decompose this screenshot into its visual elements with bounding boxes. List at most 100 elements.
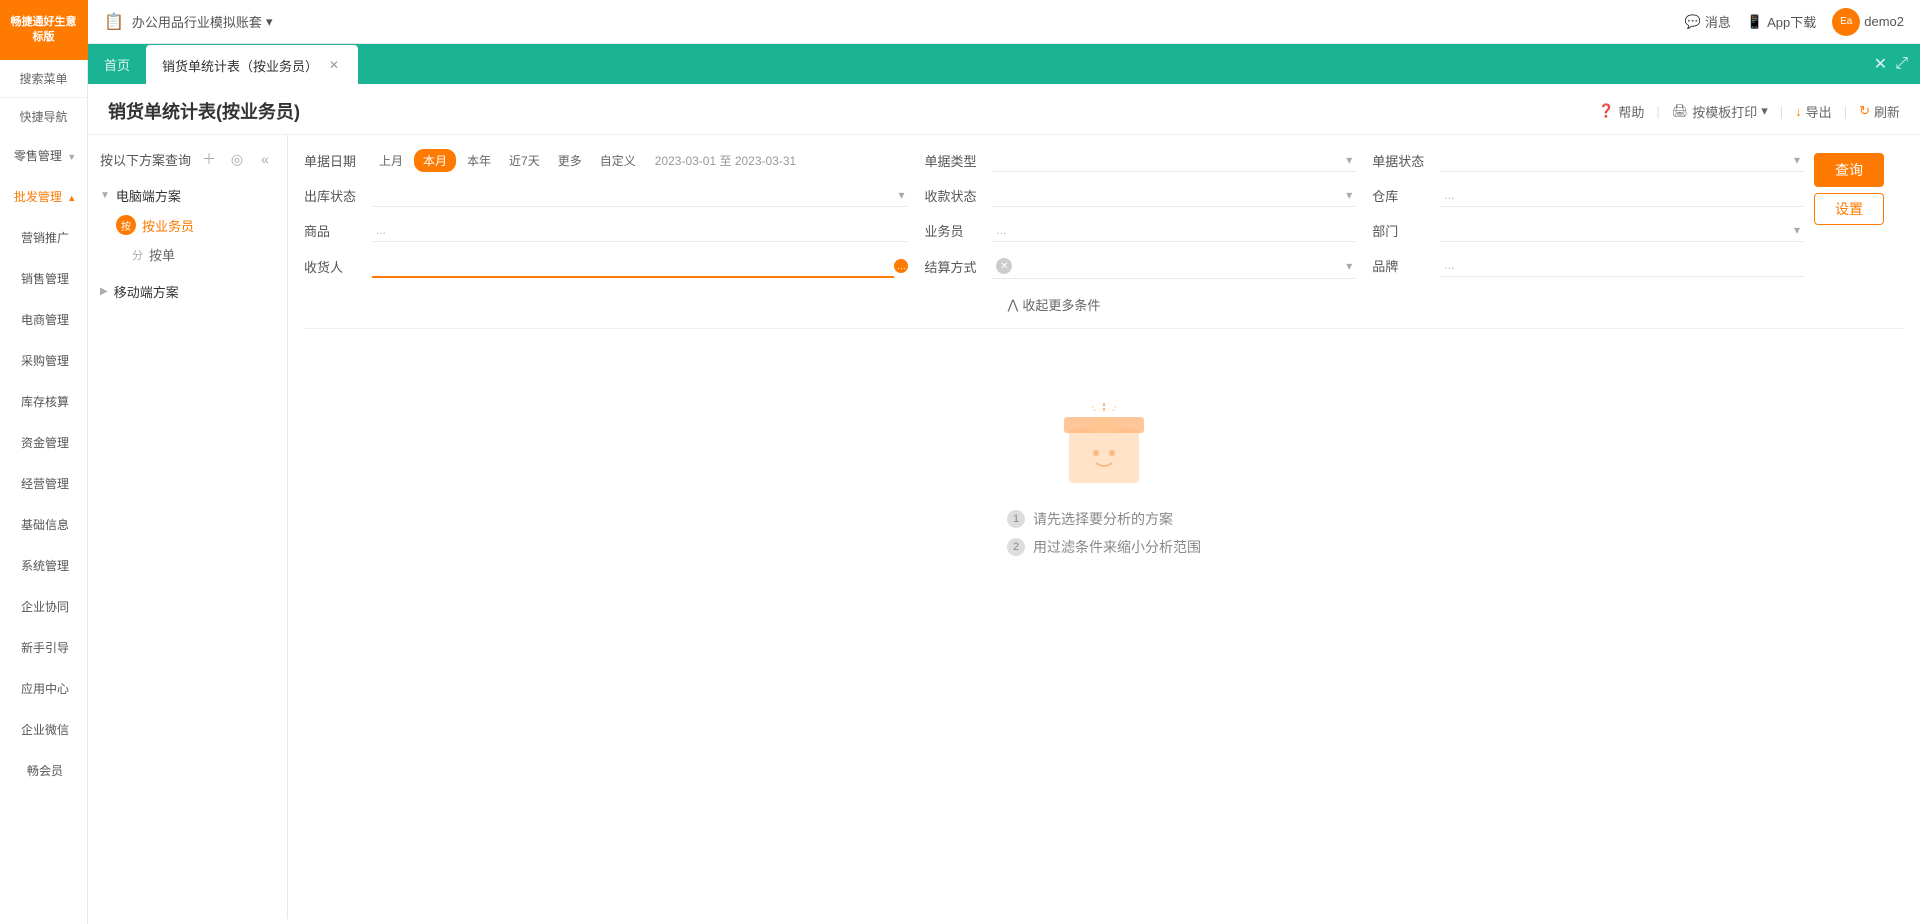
dept-select[interactable]: ▾ bbox=[1440, 219, 1804, 242]
filter-row-4: 收货人 … 结算方式 ✕ ▾ bbox=[304, 254, 1804, 279]
tab-close-all-icon[interactable]: ✕ bbox=[1874, 54, 1887, 74]
quick-nav-item[interactable]: 快捷导航 bbox=[0, 98, 87, 135]
date-label: 单据日期 bbox=[304, 151, 364, 170]
payment-status-label: 收款状态 bbox=[924, 186, 984, 205]
empty-illustration bbox=[1054, 393, 1154, 493]
receiver-input[interactable] bbox=[372, 254, 894, 278]
app-download-button[interactable]: 📱 App下载 bbox=[1747, 12, 1816, 31]
payment-method-select[interactable]: ✕ ▾ bbox=[992, 254, 1356, 279]
sidebar-item-member[interactable]: 畅会员 bbox=[0, 750, 87, 791]
sidebar-label-basic-info: 基础信息 bbox=[21, 518, 69, 532]
payment-method-clear-icon[interactable]: ✕ bbox=[996, 258, 1012, 274]
date-last-month-btn[interactable]: 上月 bbox=[372, 149, 410, 172]
body-layout: 按以下方案查询 ＋ ◎ « ▼ 电脑端方案 按 bbox=[88, 135, 1920, 919]
settings-button[interactable]: 设置 bbox=[1814, 193, 1884, 225]
edit-scheme-icon[interactable]: ◎ bbox=[227, 149, 247, 169]
doc-status-select[interactable]: ▾ bbox=[1440, 149, 1804, 172]
refresh-icon: ↻ bbox=[1859, 103, 1870, 119]
help-button[interactable]: ❓ 帮助 bbox=[1598, 102, 1644, 121]
sidebar-item-ecommerce[interactable]: 电商管理 bbox=[0, 299, 87, 340]
brand-value: ... bbox=[1444, 258, 1454, 272]
refresh-label: 刷新 bbox=[1874, 102, 1900, 121]
sidebar-item-wholesale[interactable]: 批发管理 ▲ bbox=[0, 176, 87, 217]
sidebar-label-purchase: 采购管理 bbox=[21, 354, 69, 368]
message-label: 消息 bbox=[1705, 12, 1731, 31]
sidebar-item-system[interactable]: 系统管理 bbox=[0, 545, 87, 586]
sidebar-label-system: 系统管理 bbox=[21, 559, 69, 573]
tab-sales-report-label: 销货单统计表（按业务员） bbox=[162, 56, 318, 75]
tree-desktop-parent[interactable]: ▼ 电脑端方案 bbox=[88, 181, 287, 210]
tab-home[interactable]: 首页 bbox=[88, 44, 146, 84]
refresh-button[interactable]: ↻ 刷新 bbox=[1859, 102, 1900, 121]
divider-2: | bbox=[1780, 104, 1783, 119]
tree-desktop-group: ▼ 电脑端方案 按 按业务员 分 按单 bbox=[88, 177, 287, 273]
collapse-button[interactable]: ⋀ 收起更多条件 bbox=[996, 291, 1113, 318]
receiver-more-icon[interactable]: … bbox=[894, 259, 908, 273]
step-2-text: 用过滤条件来缩小分析范围 bbox=[1033, 537, 1201, 557]
sidebar-item-sales[interactable]: 销售管理 bbox=[0, 258, 87, 299]
sidebar-item-operations[interactable]: 经营管理 bbox=[0, 463, 87, 504]
payment-status-arrow-icon: ▾ bbox=[1346, 188, 1352, 202]
sidebar-label-ecommerce: 电商管理 bbox=[21, 313, 69, 327]
goods-select[interactable]: ... bbox=[372, 219, 908, 242]
mobile-expand-icon: ▶ bbox=[100, 286, 108, 297]
add-scheme-icon[interactable]: ＋ bbox=[199, 149, 219, 169]
goods-value: ... bbox=[376, 223, 386, 237]
tab-expand-icon[interactable]: ⤢ bbox=[1895, 55, 1908, 73]
collapse-panel-icon[interactable]: « bbox=[255, 149, 275, 169]
sidebar-label-sales: 销售管理 bbox=[21, 272, 69, 286]
empty-step-1: 1 请先选择要分析的方案 bbox=[1007, 509, 1201, 529]
filter-doc-status: 单据状态 ▾ bbox=[1372, 149, 1804, 172]
date-custom-btn[interactable]: 自定义 bbox=[593, 149, 643, 172]
sidebar-item-marketing[interactable]: 营销推广 bbox=[0, 217, 87, 258]
export-icon: ↓ bbox=[1795, 104, 1802, 119]
salesperson-select[interactable]: ... bbox=[992, 219, 1356, 242]
sidebar-item-inventory[interactable]: 库存核算 bbox=[0, 381, 87, 422]
tree-child-salesperson[interactable]: 按 按业务员 bbox=[88, 210, 287, 240]
search-menu-item[interactable]: 搜索菜单 bbox=[0, 60, 87, 98]
divider-1: | bbox=[1656, 104, 1659, 119]
tab-sales-report[interactable]: 销货单统计表（按业务员） ✕ bbox=[146, 45, 358, 85]
main-area: 📋 办公用品行业模拟账套 ▾ 💬 消息 📱 App下载 Ea demo2 bbox=[88, 0, 1920, 924]
query-button[interactable]: 查询 bbox=[1814, 153, 1884, 187]
sidebar-item-wechat[interactable]: 企业微信 bbox=[0, 709, 87, 750]
filter-doc-type: 单据类型 ▾ bbox=[924, 149, 1356, 172]
breadcrumb-dropdown[interactable]: 办公用品行业模拟账套 ▾ bbox=[132, 12, 273, 31]
sidebar-item-newbie[interactable]: 新手引导 bbox=[0, 627, 87, 668]
date-7days-btn[interactable]: 近7天 bbox=[502, 149, 547, 172]
sidebar-label-inventory: 库存核算 bbox=[21, 395, 69, 409]
export-button[interactable]: ↓ 导出 bbox=[1795, 102, 1832, 121]
print-button[interactable]: 🖨 按模板打印 ▾ bbox=[1672, 102, 1768, 121]
topbar-right: 💬 消息 📱 App下载 Ea demo2 bbox=[1685, 8, 1904, 36]
sidebar-item-retail[interactable]: 零售管理 ▼ bbox=[0, 135, 87, 176]
sidebar-item-app-center[interactable]: 应用中心 bbox=[0, 668, 87, 709]
collapse-up-icon: ⋀ bbox=[1008, 297, 1019, 313]
sidebar-item-finance[interactable]: 资金管理 bbox=[0, 422, 87, 463]
date-this-year-btn[interactable]: 本年 bbox=[460, 149, 498, 172]
out-status-label: 出库状态 bbox=[304, 186, 364, 205]
tree-sub-child-order[interactable]: 分 按单 bbox=[88, 240, 287, 269]
message-button[interactable]: 💬 消息 bbox=[1685, 12, 1731, 31]
doc-type-select[interactable]: ▾ bbox=[992, 149, 1356, 172]
desktop-expand-icon: ▼ bbox=[100, 190, 110, 201]
tab-sales-report-close-icon[interactable]: ✕ bbox=[326, 57, 342, 73]
payment-status-select[interactable]: ▾ bbox=[992, 184, 1356, 207]
empty-box-svg bbox=[1054, 393, 1154, 493]
tabbar-actions: ✕ ⤢ bbox=[1874, 54, 1920, 74]
payment-method-arrow-icon: ▾ bbox=[1346, 259, 1352, 273]
sidebar-item-collab[interactable]: 企业协同 bbox=[0, 586, 87, 627]
empty-steps: 1 请先选择要分析的方案 2 用过滤条件来缩小分析范围 bbox=[1007, 509, 1201, 565]
filter-payment-status: 收款状态 ▾ bbox=[924, 184, 1356, 207]
filter-row-2: 出库状态 ▾ 收款状态 ▾ bbox=[304, 184, 1804, 207]
brand-select[interactable]: ... bbox=[1440, 254, 1804, 277]
sidebar-item-purchase[interactable]: 采购管理 bbox=[0, 340, 87, 381]
tree-mobile-parent[interactable]: ▶ 移动端方案 bbox=[88, 277, 287, 306]
date-this-month-btn[interactable]: 本月 bbox=[414, 149, 456, 172]
sidebar-item-basic-info[interactable]: 基础信息 bbox=[0, 504, 87, 545]
warehouse-select[interactable]: ... bbox=[1440, 184, 1804, 207]
tab-home-label: 首页 bbox=[104, 55, 130, 74]
print-icon: 🖨 bbox=[1672, 103, 1689, 119]
date-more-btn[interactable]: 更多 bbox=[551, 149, 589, 172]
user-profile[interactable]: Ea demo2 bbox=[1832, 8, 1904, 36]
out-status-select[interactable]: ▾ bbox=[372, 184, 908, 207]
